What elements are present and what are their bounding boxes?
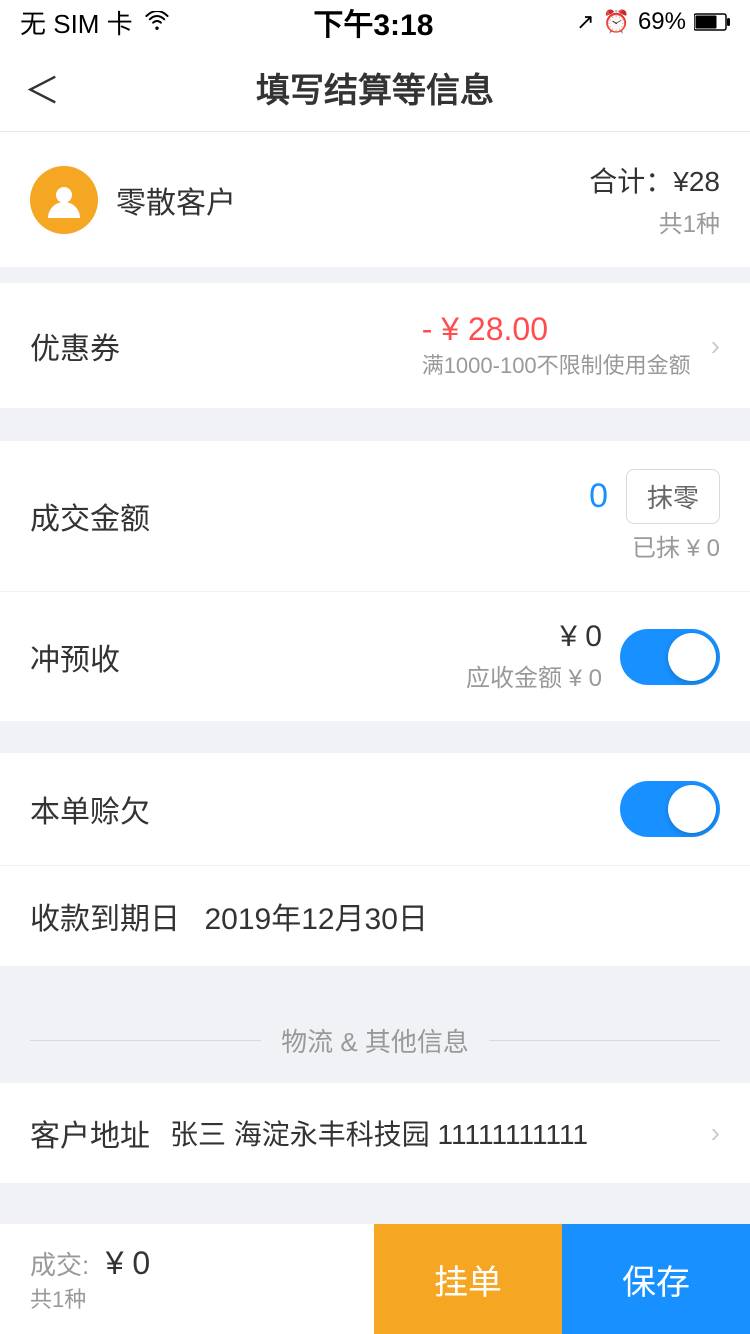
coupon-row[interactable]: 优惠券 - ¥ 28.00 满1000-100不限制使用金额 › [0, 283, 750, 409]
bottom-label: 成交: [30, 1250, 89, 1280]
coupon-values: - ¥ 28.00 满1000-100不限制使用金额 [422, 311, 691, 380]
coupon-label: 优惠券 [30, 324, 120, 368]
hold-button-label: 挂单 [434, 1255, 502, 1304]
status-bar: 无 SIM 卡 下午3:18 ↗ ⏰ 69% [0, 0, 750, 44]
logistics-line-left [30, 1040, 261, 1041]
customer-left: 零散客户 [30, 166, 236, 234]
battery-text: 69% [638, 8, 686, 36]
transaction-label: 成交金额 [30, 494, 150, 538]
address-chevron-icon: › [711, 1117, 720, 1149]
due-date-label: 收款到期日 [30, 903, 180, 936]
bottom-amount: ¥ 0 [106, 1245, 150, 1281]
address-label: 客户地址 [30, 1111, 150, 1155]
main-content: 零散客户 合计：¥28 共1种 优惠券 - ¥ 28.00 满1000-100不… [0, 132, 750, 1309]
bottom-info: 成交: ¥ 0 共1种 [0, 1245, 374, 1314]
address-value: 张三 海淀永丰科技园 11111111111 [170, 1113, 703, 1153]
back-button[interactable]: ＜ [24, 62, 60, 114]
bottom-count: 共1种 [30, 1282, 344, 1314]
customer-total: 合计：¥28 [589, 160, 720, 200]
prepayment-amount: ¥ 0 [466, 620, 602, 654]
prepayment-right: ¥ 0 应收金额 ¥ 0 [466, 620, 720, 693]
transaction-top: 抹零 [528, 469, 720, 524]
transaction-section: 成交金额 抹零 已抹 ¥ 0 冲预收 ¥ 0 应收金额 ¥ 0 [0, 441, 750, 721]
wifi-icon [143, 7, 171, 38]
transaction-row: 成交金额 抹零 已抹 ¥ 0 [0, 441, 750, 591]
coupon-desc: 满1000-100不限制使用金额 [422, 348, 691, 380]
logistics-title: 物流 & 其他信息 [281, 1022, 469, 1059]
bottom-bar: 成交: ¥ 0 共1种 挂单 保存 [0, 1224, 750, 1334]
credit-row: 本单赊欠 [0, 753, 750, 865]
nav-bar: ＜ 填写结算等信息 [0, 44, 750, 132]
transaction-sub: 已抹 ¥ 0 [632, 528, 720, 563]
coupon-amount: - ¥ 28.00 [422, 311, 691, 348]
clock-icon: ⏰ [603, 9, 630, 35]
status-right: ↗ ⏰ 69% [576, 8, 730, 36]
credit-toggle[interactable] [620, 781, 720, 837]
logistics-header-inner: 物流 & 其他信息 [30, 1022, 720, 1059]
customer-count: 共1种 [589, 204, 720, 239]
status-left: 无 SIM 卡 [20, 4, 171, 41]
logistics-line-right [489, 1040, 720, 1041]
credit-label: 本单赊欠 [30, 787, 150, 831]
customer-row: 零散客户 合计：¥28 共1种 [0, 132, 750, 267]
prepayment-row: 冲预收 ¥ 0 应收金额 ¥ 0 [0, 591, 750, 721]
coupon-chevron-icon: › [711, 330, 720, 362]
customer-avatar [30, 166, 98, 234]
bottom-label-amount: 成交: ¥ 0 [30, 1245, 344, 1282]
battery-icon [694, 13, 730, 31]
prepayment-label: 冲预收 [30, 635, 120, 679]
prepayment-toggle[interactable] [620, 629, 720, 685]
customer-right: 合计：¥28 共1种 [589, 160, 720, 239]
coupon-section: 优惠券 - ¥ 28.00 满1000-100不限制使用金额 › [0, 283, 750, 409]
address-row[interactable]: 客户地址 张三 海淀永丰科技园 11111111111 › [0, 1083, 750, 1183]
save-button[interactable]: 保存 [562, 1224, 750, 1334]
address-section: 客户地址 张三 海淀永丰科技园 11111111111 › [0, 1083, 750, 1183]
credit-section: 本单赊欠 收款到期日 2019年12月30日 [0, 753, 750, 966]
logistics-header: 物流 & 其他信息 [0, 998, 750, 1083]
credit-toggle-thumb [668, 785, 716, 833]
hold-button[interactable]: 挂单 [374, 1224, 562, 1334]
status-time: 下午3:18 [313, 0, 433, 44]
customer-section: 零散客户 合计：¥28 共1种 [0, 132, 750, 267]
divider-1 [0, 425, 750, 441]
divider-2 [0, 737, 750, 753]
transaction-amount-input[interactable] [528, 477, 608, 516]
customer-name: 零散客户 [116, 178, 236, 222]
prepayment-sub: 应收金额 ¥ 0 [466, 658, 602, 693]
page-title: 填写结算等信息 [256, 63, 494, 112]
divider-3 [0, 982, 750, 998]
round-button[interactable]: 抹零 [626, 469, 720, 524]
prepayment-top: ¥ 0 应收金额 ¥ 0 [466, 620, 720, 693]
due-date-value: 2019年12月30日 [204, 903, 427, 936]
due-date-row: 收款到期日 2019年12月30日 [0, 865, 750, 966]
location-icon: ↗ [576, 9, 594, 35]
transaction-right: 抹零 已抹 ¥ 0 [528, 469, 720, 563]
toggle-thumb [668, 633, 716, 681]
save-button-label: 保存 [622, 1255, 690, 1304]
coupon-right: - ¥ 28.00 满1000-100不限制使用金额 › [422, 311, 720, 380]
no-sim-text: 无 SIM 卡 [20, 4, 133, 41]
